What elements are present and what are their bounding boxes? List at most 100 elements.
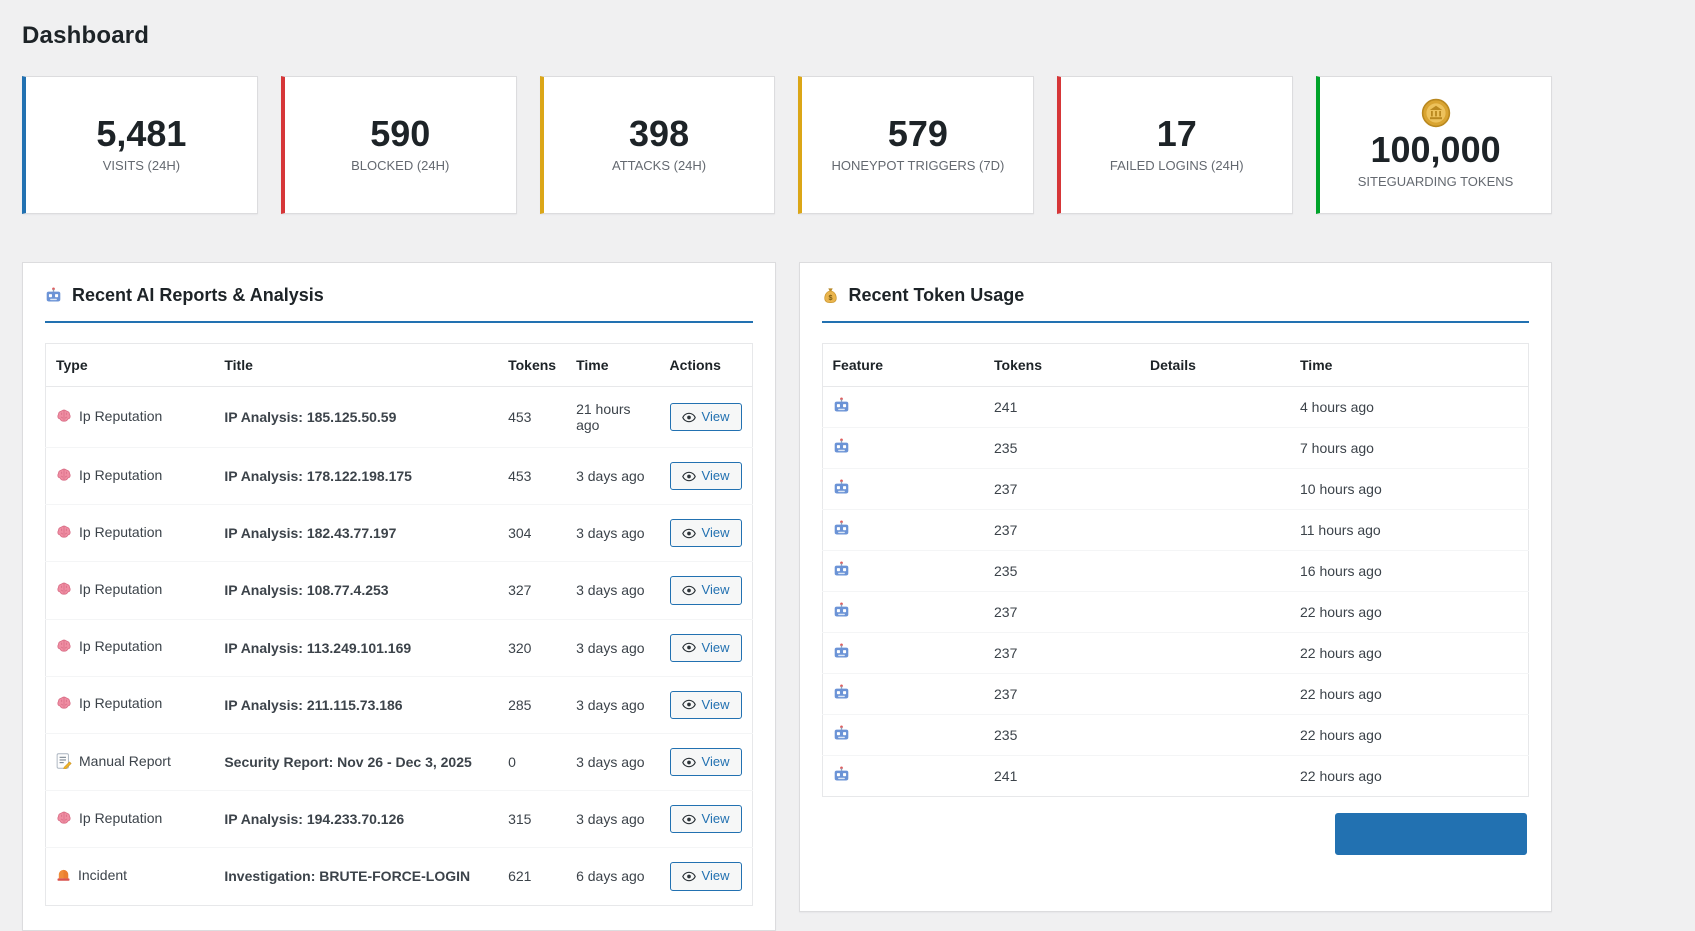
token-usage-panel-title: $ Recent Token Usage — [822, 285, 1530, 323]
token-usage-row: 2357 hours ago — [822, 428, 1529, 469]
token-count: 237 — [984, 469, 1140, 510]
token-time: 7 hours ago — [1290, 428, 1529, 469]
token-time: 4 hours ago — [1290, 387, 1529, 428]
robot-icon — [833, 561, 850, 581]
token-usage-row: 235 22 hours ago — [822, 715, 1529, 756]
report-title: IP Analysis: 178.122.198.175 — [214, 448, 498, 505]
report-tokens: 621 — [498, 848, 566, 905]
view-button[interactable]: View — [670, 748, 742, 776]
brain-icon — [56, 810, 72, 829]
stat-value: 5,481 — [96, 114, 186, 154]
token-time: 22 hours ago — [1290, 715, 1529, 756]
column-header: Tokens — [498, 344, 566, 387]
report-type: Ip Reputation — [79, 467, 162, 483]
report-type: Manual Report — [79, 753, 171, 769]
stat-card: 100,000SITEGUARDING TOKENS — [1316, 76, 1552, 214]
token-details — [1140, 551, 1290, 592]
stat-label: HONEYPOT TRIGGERS (7D) — [831, 157, 1004, 176]
brain-icon — [56, 581, 72, 600]
report-type: Ip Reputation — [79, 638, 162, 654]
report-time: 3 days ago — [566, 505, 659, 562]
report-row: Incident Investigation: BRUTE-FORCE-LOGIN… — [46, 848, 753, 905]
token-usage-row: 24122 hours ago — [822, 756, 1529, 797]
view-button-label: View — [702, 753, 730, 771]
token-usage-panel: $ Recent Token Usage FeatureTokensDetail… — [799, 262, 1553, 912]
robot-icon — [833, 520, 850, 540]
report-title: Investigation: BRUTE-FORCE-LOGIN — [214, 848, 498, 905]
stat-label: FAILED LOGINS (24H) — [1110, 157, 1244, 176]
report-row: Ip ReputationIP Analysis: 194.233.70.126… — [46, 791, 753, 848]
report-row: Ip ReputationIP Analysis: 113.249.101.16… — [46, 619, 753, 676]
token-usage-row: 23722 hours ago — [822, 633, 1529, 674]
report-tokens: 315 — [498, 791, 566, 848]
brain-icon — [56, 695, 72, 714]
report-title: IP Analysis: 108.77.4.253 — [214, 562, 498, 619]
token-details — [1140, 428, 1290, 469]
column-header: Time — [566, 344, 659, 387]
view-button[interactable]: View — [670, 691, 742, 719]
view-button[interactable]: View — [670, 403, 742, 431]
token-count: 235 — [984, 551, 1140, 592]
view-button-label: View — [702, 524, 730, 542]
robot-icon — [833, 479, 850, 499]
token-usage-row: 23711 hours ago — [822, 510, 1529, 551]
view-button[interactable]: View — [670, 805, 742, 833]
report-time: 3 days ago — [566, 791, 659, 848]
view-button-label: View — [702, 467, 730, 485]
eye-icon — [682, 757, 696, 768]
column-header: Details — [1140, 344, 1290, 387]
report-row: Ip ReputationIP Analysis: 182.43.77.1973… — [46, 505, 753, 562]
column-header: Title — [214, 344, 498, 387]
panels-row: Recent AI Reports & Analysis TypeTitleTo… — [22, 262, 1552, 931]
view-button[interactable]: View — [670, 576, 742, 604]
token-usage-row: 23516 hours ago — [822, 551, 1529, 592]
view-button[interactable]: View — [670, 462, 742, 490]
token-details — [1140, 510, 1290, 551]
stat-value: 100,000 — [1370, 130, 1500, 170]
report-time: 3 days ago — [566, 676, 659, 733]
token-time: 22 hours ago — [1290, 674, 1529, 715]
column-header: Actions — [660, 344, 752, 387]
view-button[interactable]: View — [670, 862, 742, 890]
token-details — [1140, 592, 1290, 633]
brain-icon — [56, 408, 72, 427]
report-tokens: 304 — [498, 505, 566, 562]
stat-value: 579 — [888, 114, 948, 154]
report-title: IP Analysis: 185.125.50.59 — [214, 387, 498, 448]
stats-row: 5,481VISITS (24H)590BLOCKED (24H)398ATTA… — [22, 76, 1552, 214]
stat-label: BLOCKED (24H) — [351, 157, 449, 176]
ai-reports-panel-title: Recent AI Reports & Analysis — [45, 285, 753, 323]
robot-icon — [833, 438, 850, 458]
column-header: Type — [46, 344, 215, 387]
report-type: Ip Reputation — [79, 581, 162, 597]
column-header: Time — [1290, 344, 1529, 387]
stat-card: 17FAILED LOGINS (24H) — [1057, 76, 1293, 214]
report-type: Incident — [78, 867, 127, 883]
page-title: Dashboard — [22, 22, 1552, 50]
token-count: 235 — [984, 715, 1140, 756]
column-header: Feature — [822, 344, 984, 387]
view-button[interactable]: View — [670, 634, 742, 662]
view-button[interactable]: View — [670, 519, 742, 547]
eye-icon — [682, 871, 696, 882]
token-count: 241 — [984, 756, 1140, 797]
report-row: Ip Reputation IP Analysis: 108.77.4.25332… — [46, 562, 753, 619]
report-type: Ip Reputation — [79, 524, 162, 540]
stat-label: ATTACKS (24H) — [612, 157, 706, 176]
robot-icon — [833, 643, 850, 663]
token-usage-table-body: 2414 hours ago2357 hours ago23710 hours … — [822, 387, 1529, 797]
report-tokens: 320 — [498, 619, 566, 676]
report-tokens: 327 — [498, 562, 566, 619]
report-title: IP Analysis: 182.43.77.197 — [214, 505, 498, 562]
coin-icon — [1421, 98, 1451, 128]
token-feature — [822, 428, 984, 469]
token-usage-table-head: FeatureTokensDetailsTime — [822, 344, 1529, 387]
column-header: Tokens — [984, 344, 1140, 387]
report-type: Ip Reputation — [79, 695, 162, 711]
token-panel-footer-button[interactable] — [1335, 813, 1527, 855]
report-tokens: 285 — [498, 676, 566, 733]
report-time: 3 days ago — [566, 562, 659, 619]
report-type: Ip Reputation — [79, 408, 162, 424]
token-time: 11 hours ago — [1290, 510, 1529, 551]
report-row: Ip ReputationIP Analysis: 211.115.73.186… — [46, 676, 753, 733]
